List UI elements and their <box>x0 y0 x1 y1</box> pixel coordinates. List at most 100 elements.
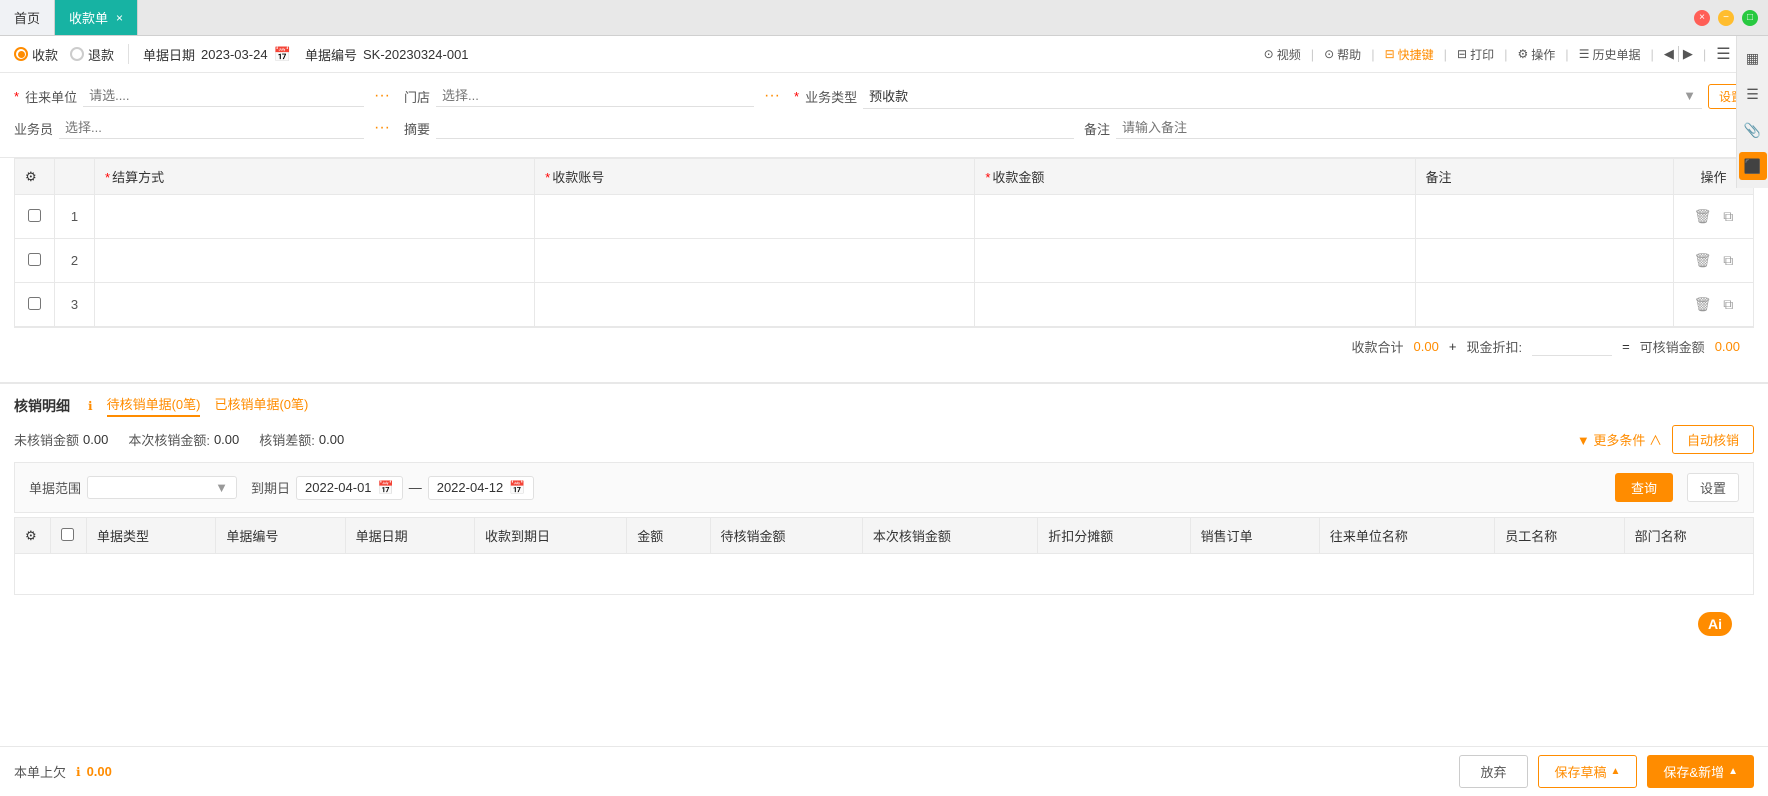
copy-icon-3[interactable]: ⧉ <box>1723 296 1733 312</box>
td-account-2[interactable] <box>535 239 975 283</box>
td-checkbox-3[interactable] <box>15 283 55 327</box>
th-settings[interactable]: ⚙ <box>15 159 55 195</box>
date-calendar-icon[interactable]: 📅 <box>274 46 291 63</box>
form-row-1: * 往来单位 ··· 门店 ··· * 业务类型 预收款 ▼ 设置 <box>14 83 1754 109</box>
td-checkbox-1[interactable] <box>15 195 55 239</box>
nav-right-icon[interactable]: ▶ <box>1683 46 1693 62</box>
table-settings-button[interactable]: 设置 <box>1687 473 1739 502</box>
toolbar-right: ⊙ 视频 | ⊙ 帮助 | ⊟ 快捷键 | ⊟ 打印 | ⚙ 操作 | <box>1264 44 1754 64</box>
pending-tab[interactable]: 待核销单据(0笔) <box>107 394 201 417</box>
radio-receipt[interactable]: 收款 <box>14 45 58 64</box>
table-row: 1 🗑 ⧉ <box>15 195 1754 239</box>
td-checkbox-2[interactable] <box>15 239 55 283</box>
toolbar-operation[interactable]: ⚙ 操作 <box>1518 46 1556 63</box>
help-icon: ⊙ <box>1324 47 1334 61</box>
discard-button[interactable]: 放弃 <box>1459 755 1527 788</box>
td-amount-2[interactable] <box>975 239 1415 283</box>
wth-settings[interactable]: ⚙ <box>15 518 51 554</box>
receipt-table: ⚙ *结算方式 *收款账号 *收款金额 备注 操作 <box>14 158 1754 327</box>
radio-refund[interactable]: 退款 <box>70 45 114 64</box>
done-tab[interactable]: 已核销单据(0笔) <box>214 394 308 417</box>
remark-label: 备注 <box>1084 119 1110 138</box>
td-amount-3[interactable] <box>975 283 1415 327</box>
staff-more-btn[interactable]: ··· <box>370 119 394 137</box>
save-new-arrow: ▲ <box>1728 766 1738 777</box>
date-start-value: 2022-04-01 <box>305 480 372 495</box>
current-stat: 本次核销金额: 0.00 <box>128 430 239 449</box>
filter-range-select[interactable]: ▼ <box>87 476 237 499</box>
delete-icon-3[interactable]: 🗑 <box>1694 296 1712 312</box>
counterpart-input[interactable] <box>83 85 364 107</box>
row-checkbox-2[interactable] <box>28 253 41 266</box>
diff-value: 0.00 <box>319 432 344 447</box>
menu-icon[interactable]: ☰ <box>1716 44 1730 64</box>
row-checkbox-3[interactable] <box>28 297 41 310</box>
window-minimize-btn[interactable]: − <box>1718 10 1734 26</box>
save-new-button[interactable]: 保存&新增 ▲ <box>1647 755 1754 788</box>
delete-icon-1[interactable]: 🗑 <box>1694 208 1712 224</box>
equals-sign: = <box>1622 339 1630 354</box>
query-button[interactable]: 查询 <box>1615 473 1673 502</box>
business-type-select[interactable]: 预收款 ▼ <box>863 83 1702 109</box>
td-payment-2[interactable] <box>95 239 535 283</box>
current-label: 本次核销金额: <box>128 430 210 449</box>
window-close-btn[interactable]: × <box>1694 10 1710 26</box>
counterpart-more-btn[interactable]: ··· <box>370 87 394 105</box>
auto-writeoff-btn[interactable]: 自动核销 <box>1672 425 1754 454</box>
toolbar-help[interactable]: ⊙ 帮助 <box>1324 46 1361 63</box>
window-maximize-btn[interactable]: □ <box>1742 10 1758 26</box>
sidebar-icon-attachment[interactable]: 📎 <box>1739 116 1767 144</box>
summary-row: 收款合计 0.00 + 现金折扣: = 可核销金额 0.00 <box>14 327 1754 364</box>
tab-receipt[interactable]: 收款单 × <box>55 0 138 35</box>
save-new-label: 保存&新增 <box>1663 762 1724 781</box>
filter-range-field: 单据范围 ▼ <box>29 476 237 499</box>
video-label: 视频 <box>1277 46 1301 63</box>
remark-input[interactable] <box>1116 117 1754 139</box>
nav-left-icon[interactable]: ◀ <box>1664 46 1674 62</box>
td-account-1[interactable] <box>535 195 975 239</box>
td-payment-3[interactable] <box>95 283 535 327</box>
diff-stat: 核销差额: 0.00 <box>259 430 344 449</box>
video-icon: ⊙ <box>1264 47 1274 61</box>
copy-icon-2[interactable]: ⧉ <box>1723 252 1733 268</box>
td-remark-2[interactable] <box>1415 239 1673 283</box>
sidebar-icon-list[interactable]: ☰ <box>1739 80 1767 108</box>
delete-icon-2[interactable]: 🗑 <box>1694 252 1712 268</box>
writeoff-table-empty <box>15 554 1754 595</box>
radio-group: 收款 退款 <box>14 45 114 64</box>
tab-home[interactable]: 首页 <box>0 0 55 35</box>
writeoff-stats: 未核销金额 0.00 本次核销金额: 0.00 核销差额: 0.00 ▼ 更多条… <box>14 425 1754 454</box>
sidebar-icon-active[interactable]: ⬛ <box>1739 152 1767 180</box>
discount-input[interactable] <box>1532 336 1612 356</box>
td-remark-1[interactable] <box>1415 195 1673 239</box>
ai-badge[interactable]: Ai <box>1698 612 1732 636</box>
wth-select-all[interactable] <box>61 528 74 541</box>
toolbar-print[interactable]: ⊟ 打印 <box>1457 46 1494 63</box>
wth-doc-num: 单据编号 <box>216 518 345 554</box>
date-end-input[interactable]: 2022-04-12 📅 <box>428 476 535 500</box>
date-start-input[interactable]: 2022-04-01 📅 <box>296 476 403 500</box>
td-remark-3[interactable] <box>1415 283 1673 327</box>
wth-checkbox[interactable] <box>51 518 87 554</box>
td-amount-1[interactable] <box>975 195 1415 239</box>
toolbar-history[interactable]: ☰ 历史单据 <box>1579 46 1641 63</box>
store-more-btn[interactable]: ··· <box>760 87 784 105</box>
store-input[interactable] <box>436 85 754 107</box>
copy-icon-1[interactable]: ⧉ <box>1723 208 1733 224</box>
filter-range-arrow: ▼ <box>215 480 228 495</box>
bottom-info-icon[interactable]: ℹ <box>76 765 81 779</box>
sidebar-icon-table[interactable]: ▦ <box>1739 44 1767 72</box>
td-payment-1[interactable] <box>95 195 535 239</box>
toolbar-video[interactable]: ⊙ 视频 <box>1264 46 1301 63</box>
number-value: SK-20230324-001 <box>363 47 469 62</box>
summary-input[interactable] <box>436 117 1074 139</box>
tab-receipt-close[interactable]: × <box>116 11 123 25</box>
td-account-3[interactable] <box>535 283 975 327</box>
row-checkbox-1[interactable] <box>28 209 41 222</box>
writeoff-info-icon[interactable]: ℹ <box>88 399 93 413</box>
history-label: 历史单据 <box>1592 46 1640 63</box>
more-conditions-btn[interactable]: ▼ 更多条件 ∧ <box>1577 430 1662 449</box>
save-draft-button[interactable]: 保存草稿 ▲ <box>1538 755 1638 788</box>
toolbar-shortcut[interactable]: ⊟ 快捷键 <box>1385 46 1434 63</box>
staff-input[interactable] <box>59 117 364 139</box>
